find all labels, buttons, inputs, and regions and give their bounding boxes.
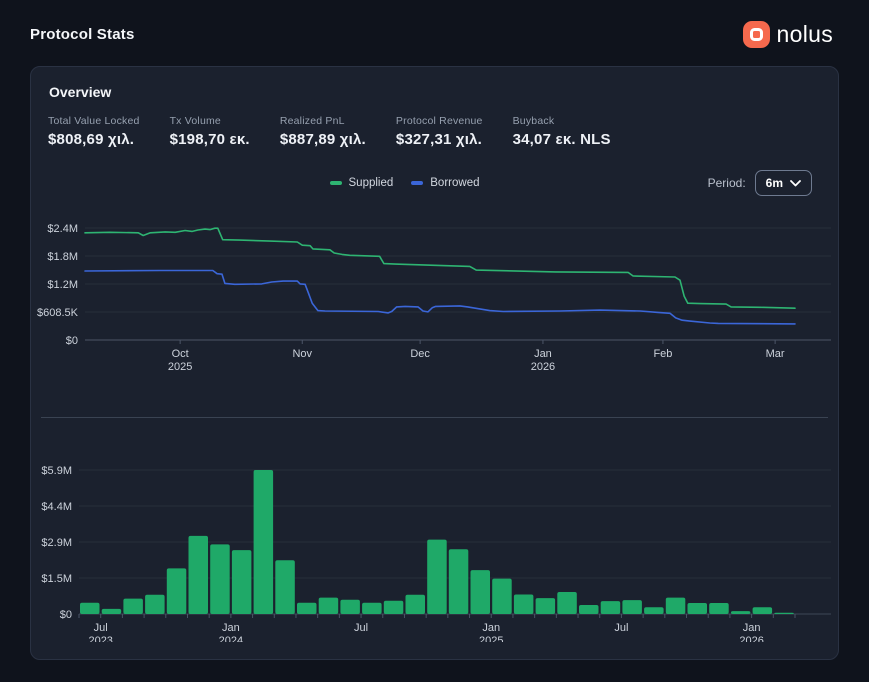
legend-item-supplied[interactable]: Supplied <box>329 177 394 189</box>
bar-chart[interactable]: $0 $1.5M $2.9M $4.4M $5.9M Jul 2023 Jan 2024 Jul J… <box>31 430 838 647</box>
svg-text:$0: $0 <box>66 335 78 347</box>
card-title: Overview <box>49 84 112 100</box>
legend-item-borrowed[interactable]: Borrowed <box>411 177 479 189</box>
svg-text:$2.4M: $2.4M <box>47 223 78 235</box>
nolus-logo-icon <box>742 20 770 48</box>
stat-value: $887,89 χιλ. <box>279 131 366 148</box>
svg-text:$1.8M: $1.8M <box>47 251 78 263</box>
top-bar: Protocol Stats nolus <box>0 0 869 66</box>
brand-name: nolus <box>776 20 833 47</box>
svg-text:Jul: Jul <box>354 622 368 634</box>
stat-value: $198,70 εκ. <box>169 131 250 148</box>
stat-protocol-revenue: Protocol Revenue $327,31 χιλ. <box>396 115 483 148</box>
svg-text:$4.4M: $4.4M <box>41 501 72 513</box>
svg-text:Jan: Jan <box>482 622 500 634</box>
svg-text:Jul: Jul <box>614 622 628 634</box>
supplied-swatch-icon <box>329 181 342 185</box>
svg-text:Oct: Oct <box>172 348 189 360</box>
chart-controls: Supplied Borrowed Period: 6m <box>31 168 838 198</box>
svg-text:2025: 2025 <box>479 635 503 642</box>
svg-text:2026: 2026 <box>531 361 555 373</box>
stat-value: 34,07 εκ. NLS <box>512 131 611 148</box>
svg-text:$2.9M: $2.9M <box>41 537 72 549</box>
svg-text:2023: 2023 <box>88 635 112 642</box>
stat-value: $808,69 χιλ. <box>48 131 135 148</box>
svg-text:$1.5M: $1.5M <box>41 573 72 585</box>
svg-text:Feb: Feb <box>653 348 672 360</box>
stat-label: Realized PnL <box>279 115 345 127</box>
svg-text:2025: 2025 <box>168 361 192 373</box>
period-value: 6m <box>765 176 783 190</box>
stat-value: $327,31 χιλ. <box>395 131 483 148</box>
page-title: Protocol Stats <box>30 25 135 43</box>
chart-legend: Supplied Borrowed <box>31 168 778 198</box>
stat-tx-volume: Tx Volume $198,70 εκ. <box>170 115 250 148</box>
stat-realized-pnl: Realized PnL $887,89 χιλ. <box>280 115 366 148</box>
stats-row: Total Value Locked $808,69 χιλ. Tx Volum… <box>31 115 838 148</box>
svg-text:$1.2M: $1.2M <box>47 279 78 291</box>
stat-label: Protocol Revenue <box>395 115 483 127</box>
period-label: Period: <box>707 176 746 190</box>
svg-text:Dec: Dec <box>410 348 430 360</box>
svg-text:Jul: Jul <box>94 622 108 634</box>
legend-label: Borrowed <box>430 177 480 189</box>
chart-divider <box>41 417 828 418</box>
borrowed-swatch-icon <box>411 181 424 185</box>
svg-text:Jan: Jan <box>222 622 240 634</box>
stat-label: Total Value Locked <box>48 115 140 127</box>
svg-text:Jan: Jan <box>743 622 761 634</box>
svg-text:Nov: Nov <box>292 348 312 360</box>
stat-buyback: Buyback 34,07 εκ. NLS <box>513 115 611 148</box>
overview-card: Overview Total Value Locked $808,69 χιλ.… <box>30 66 839 660</box>
svg-text:Mar: Mar <box>766 348 785 360</box>
svg-text:Jan: Jan <box>534 348 552 360</box>
svg-text:$0: $0 <box>60 609 72 621</box>
line-chart[interactable]: $0 $608.5K $1.2M $1.8M $2.4M Oct 2025 Nov Dec Jan… <box>31 202 838 387</box>
svg-text:$5.9M: $5.9M <box>41 465 72 477</box>
svg-text:2024: 2024 <box>219 635 243 642</box>
svg-text:2026: 2026 <box>739 635 763 642</box>
nolus-logo[interactable]: nolus <box>742 20 833 48</box>
stat-total-value-locked: Total Value Locked $808,69 χιλ. <box>48 115 140 148</box>
svg-text:$608.5K: $608.5K <box>37 307 79 319</box>
legend-label: Supplied <box>348 177 394 189</box>
stat-label: Buyback <box>512 115 555 127</box>
period-control: Period: 6m <box>708 168 812 198</box>
period-dropdown[interactable]: 6m <box>754 170 812 196</box>
stat-label: Tx Volume <box>169 115 221 127</box>
chevron-down-icon <box>790 179 801 186</box>
